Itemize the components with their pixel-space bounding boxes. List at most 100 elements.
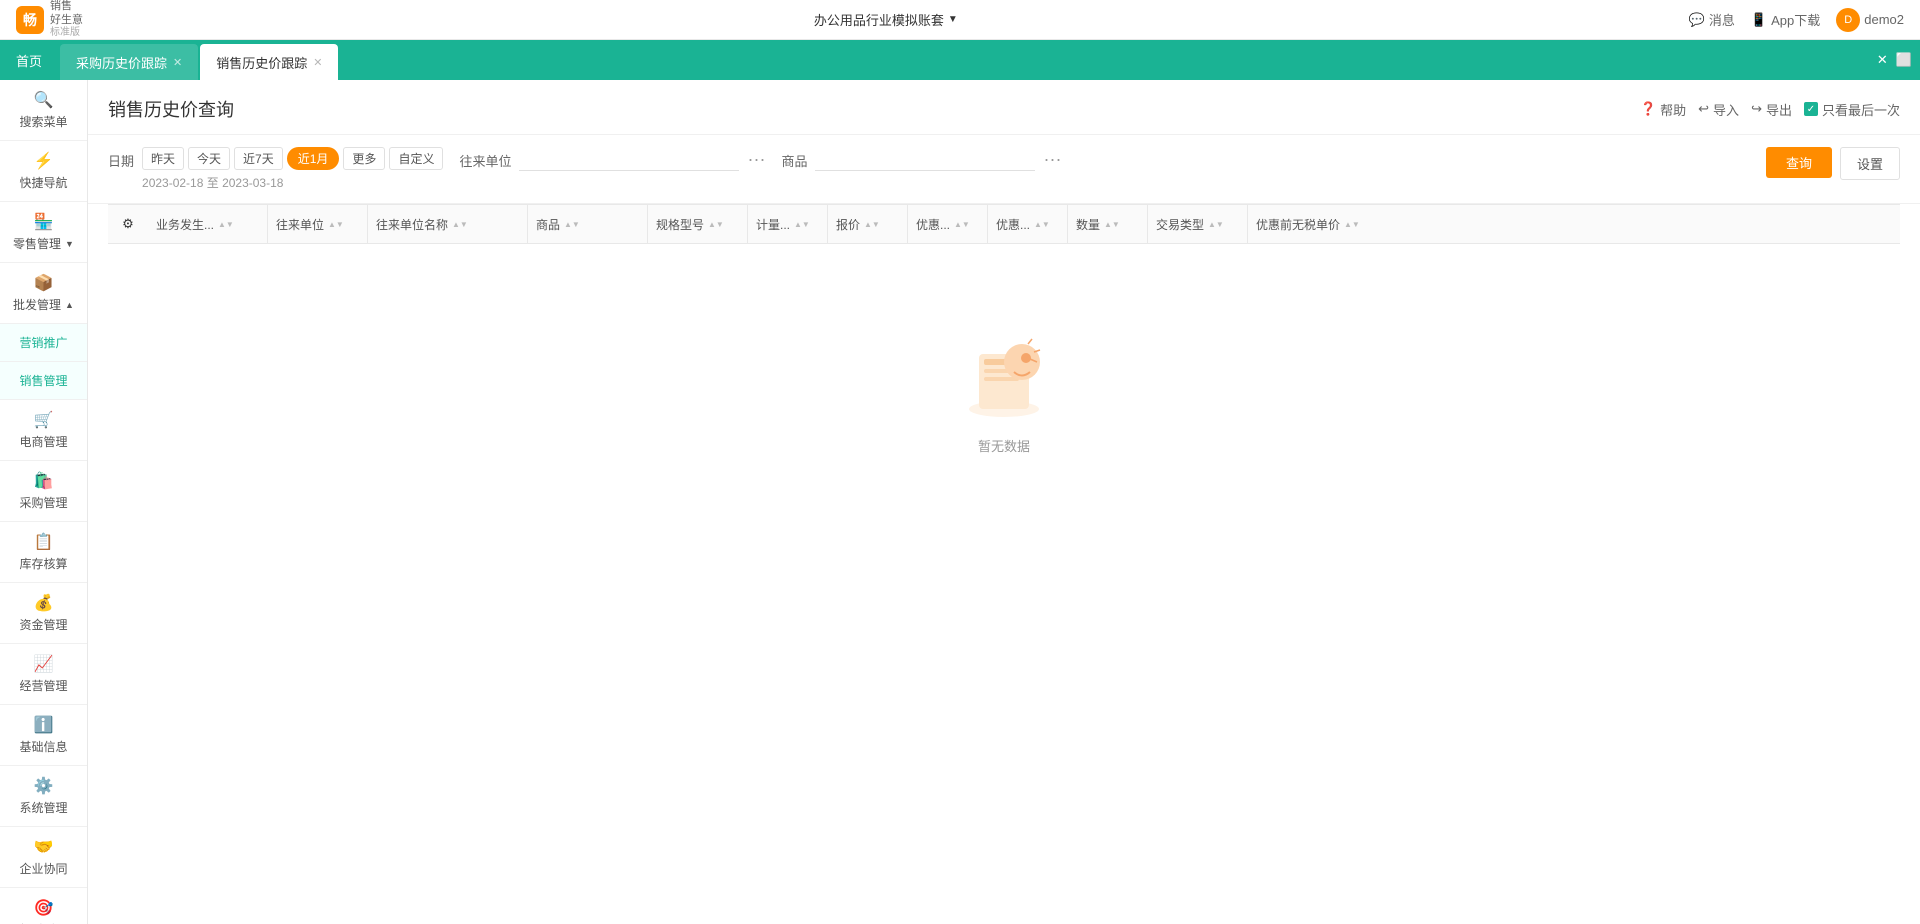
sort-icon: ▲▼: [1034, 220, 1050, 229]
system-icon: ⚙️: [34, 776, 54, 796]
import-button[interactable]: ↩ 导入: [1698, 100, 1739, 119]
close-tab-icon[interactable]: ✕: [1877, 52, 1888, 68]
th-biz-date[interactable]: 业务发生... ▲▼: [148, 205, 268, 243]
sidebar-item-basic-info[interactable]: ℹ️ 基础信息: [0, 705, 87, 766]
partner-dots[interactable]: ···: [747, 149, 765, 170]
quicknav-icon: ⚡: [34, 151, 54, 171]
tab-purchase-history[interactable]: 采购历史价跟踪 ✕: [60, 44, 198, 80]
sidebar-item-finance[interactable]: 💰 资金管理: [0, 583, 87, 644]
product-dots[interactable]: ···: [1043, 149, 1061, 170]
message-button[interactable]: 💬 消息: [1689, 10, 1735, 29]
product-label: 商品: [781, 147, 807, 170]
tab-sales-history-close[interactable]: ✕: [313, 56, 322, 69]
date-btn-custom[interactable]: 自定义: [389, 147, 443, 170]
search-icon: 🔍: [34, 90, 54, 110]
date-btn-1month[interactable]: 近1月: [287, 147, 340, 170]
help-icon: ❓: [1640, 101, 1656, 117]
operations-icon: 📈: [34, 654, 54, 674]
sort-icon: ▲▼: [864, 220, 880, 229]
message-icon: 💬: [1689, 12, 1705, 28]
sidebar-item-retail[interactable]: 🏪 零售管理 ▼: [0, 202, 87, 263]
export-button[interactable]: ↪ 导出: [1751, 100, 1792, 119]
query-button[interactable]: 查询: [1766, 147, 1832, 178]
page-header-actions: ❓ 帮助 ↩ 导入 ↪ 导出 ✓ 只看最后一次: [1640, 100, 1900, 119]
settings-button[interactable]: 设置: [1840, 147, 1900, 180]
user-menu[interactable]: D demo2: [1836, 8, 1904, 32]
sort-icon: ▲▼: [708, 220, 724, 229]
content-area: 销售历史价查询 ❓ 帮助 ↩ 导入 ↪ 导出 ✓: [88, 80, 1920, 924]
sidebar-item-ecommerce[interactable]: 🛒 电商管理: [0, 400, 87, 461]
sidebar-item-purchase[interactable]: 🛍️ 采购管理: [0, 461, 87, 522]
table-area: ⚙ 业务发生... ▲▼ 往来单位 ▲▼ 往来单位名称 ▲▼: [88, 204, 1920, 535]
th-trade-type[interactable]: 交易类型 ▲▼: [1148, 205, 1248, 243]
date-btn-yesterday[interactable]: 昨天: [142, 147, 184, 170]
tab-purchase-history-close[interactable]: ✕: [173, 56, 182, 69]
main-layout: 🔍 搜索菜单 ⚡ 快捷导航 🏪 零售管理 ▼ 📦 批发管理 ▲ 营销推广 销售管…: [0, 80, 1920, 924]
sidebar-item-quick-nav[interactable]: ⚡ 快捷导航: [0, 141, 87, 202]
date-btn-row: 昨天 今天 近7天 近1月 更多 自定义: [142, 147, 443, 170]
th-quantity[interactable]: 数量 ▲▼: [1068, 205, 1148, 243]
chevron-down-icon: ▼: [948, 14, 958, 25]
only-last-checkbox[interactable]: ✓: [1804, 102, 1818, 116]
empty-illustration: [954, 324, 1054, 424]
retail-icon: 🏪: [34, 212, 54, 232]
sidebar-item-search[interactable]: 🔍 搜索菜单: [0, 80, 87, 141]
sidebar-item-wholesale[interactable]: 📦 批发管理 ▲: [0, 263, 87, 324]
filter-area: 日期 昨天 今天 近7天 近1月 更多 自定义 2023-02-18 至 202…: [88, 135, 1920, 204]
sidebar-item-guide[interactable]: 🎯 新手引导: [0, 888, 87, 924]
app-download-button[interactable]: 📱 App下载: [1751, 10, 1820, 29]
th-quote[interactable]: 报价 ▲▼: [828, 205, 908, 243]
date-btn-today[interactable]: 今天: [188, 147, 230, 170]
guide-icon: 🎯: [34, 898, 54, 918]
tab-sales-history[interactable]: 销售历史价跟踪 ✕: [200, 44, 338, 80]
sidebar-item-operations[interactable]: 📈 经营管理: [0, 644, 87, 705]
sidebar-item-marketing[interactable]: 营销推广: [0, 324, 87, 362]
settings-icon[interactable]: ⚙: [122, 216, 134, 232]
product-filter-group: 商品 ···: [781, 147, 1061, 171]
page-content: 销售历史价查询 ❓ 帮助 ↩ 导入 ↪ 导出 ✓: [88, 80, 1920, 924]
partner-input[interactable]: [519, 147, 739, 171]
th-discount1[interactable]: 优惠... ▲▼: [908, 205, 988, 243]
th-partner-code[interactable]: 往来单位 ▲▼: [268, 205, 368, 243]
partner-input-group: ···: [519, 147, 765, 171]
sort-icon: ▲▼: [794, 220, 810, 229]
maximize-icon[interactable]: ⬜: [1896, 52, 1912, 68]
wholesale-icon: 📦: [34, 273, 54, 293]
chevron-up-icon: ▲: [65, 300, 74, 310]
sidebar-item-inventory[interactable]: 📋 库存核算: [0, 522, 87, 583]
table-settings-col[interactable]: ⚙: [108, 216, 148, 232]
help-button[interactable]: ❓ 帮助: [1640, 100, 1686, 119]
sidebar-item-sales-mgmt[interactable]: 销售管理: [0, 362, 87, 400]
date-btn-more[interactable]: 更多: [343, 147, 385, 170]
top-bar-right: 💬 消息 📱 App下载 D demo2: [1689, 8, 1904, 32]
download-icon: 📱: [1751, 12, 1767, 28]
date-btn-7days[interactable]: 近7天: [234, 147, 283, 170]
th-unit[interactable]: 计量... ▲▼: [748, 205, 828, 243]
app-selector[interactable]: 办公用品行业模拟账套 ▼: [814, 10, 958, 29]
date-label: 日期: [108, 147, 134, 170]
tab-bar-actions: ✕ ⬜: [1877, 52, 1920, 68]
page-header: 销售历史价查询 ❓ 帮助 ↩ 导入 ↪ 导出 ✓: [88, 80, 1920, 135]
tab-home[interactable]: 首页: [0, 40, 58, 80]
th-discount2[interactable]: 优惠... ▲▼: [988, 205, 1068, 243]
sidebar-item-enterprise[interactable]: 🤝 企业协同: [0, 827, 87, 888]
logo-area: 畅 销售 好生意 标准版: [16, 0, 83, 38]
sort-icon: ▲▼: [452, 220, 468, 229]
only-last-checkbox-label[interactable]: ✓ 只看最后一次: [1804, 100, 1900, 119]
th-spec[interactable]: 规格型号 ▲▼: [648, 205, 748, 243]
sidebar-item-system[interactable]: ⚙️ 系统管理: [0, 766, 87, 827]
enterprise-icon: 🤝: [34, 837, 54, 857]
product-input[interactable]: [815, 147, 1035, 171]
purchase-icon: 🛍️: [34, 471, 54, 491]
th-product[interactable]: 商品 ▲▼: [528, 205, 648, 243]
sort-icon: ▲▼: [564, 220, 580, 229]
sort-icon: ▲▼: [328, 220, 344, 229]
finance-icon: 💰: [34, 593, 54, 613]
date-filter-group: 日期 昨天 今天 近7天 近1月 更多 自定义 2023-02-18 至 202…: [108, 147, 443, 191]
product-input-group: ···: [815, 147, 1061, 171]
th-partner-name[interactable]: 往来单位名称 ▲▼: [368, 205, 528, 243]
sort-icon: ▲▼: [954, 220, 970, 229]
date-range: 2023-02-18 至 2023-03-18: [142, 174, 443, 191]
sort-icon: ▲▼: [1208, 220, 1224, 229]
th-pretax-price[interactable]: 优惠前无税单价 ▲▼: [1248, 205, 1900, 243]
